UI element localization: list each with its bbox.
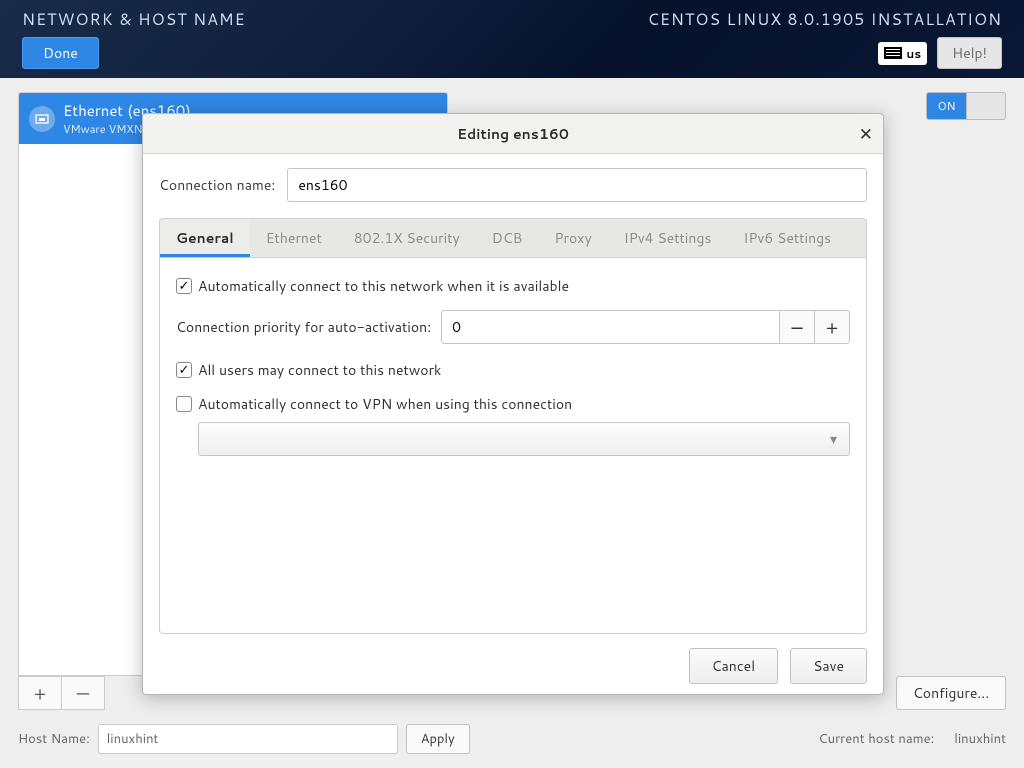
chevron-down-icon: ▾ bbox=[830, 429, 837, 449]
ethernet-icon bbox=[29, 106, 55, 132]
priority-increment[interactable]: + bbox=[814, 310, 850, 344]
tab-ipv4[interactable]: IPv4 Settings bbox=[608, 219, 728, 257]
connection-name-input[interactable] bbox=[287, 168, 867, 202]
installer-title: CENTOS LINUX 8.0.1905 INSTALLATION bbox=[648, 8, 1002, 31]
connection-toggle[interactable]: ON bbox=[926, 92, 1006, 120]
page-title: NETWORK & HOST NAME bbox=[22, 8, 246, 31]
help-button[interactable]: Help! bbox=[937, 37, 1002, 69]
edit-connection-dialog: Editing ens160 ✕ Connection name: Genera… bbox=[142, 113, 884, 695]
tab-proxy[interactable]: Proxy bbox=[538, 219, 607, 257]
priority-decrement[interactable]: − bbox=[779, 310, 815, 344]
keyboard-indicator[interactable]: us bbox=[878, 42, 927, 65]
remove-device-button[interactable]: — bbox=[61, 676, 105, 710]
all-users-checkbox[interactable] bbox=[176, 362, 192, 378]
current-hostname-value: linuxhint bbox=[954, 730, 1006, 748]
dialog-tabs: General Ethernet 802.1X Security DCB Pro… bbox=[160, 219, 866, 258]
done-button[interactable]: Done bbox=[22, 37, 99, 69]
top-banner: NETWORK & HOST NAME Done CENTOS LINUX 8.… bbox=[0, 0, 1024, 78]
add-device-button[interactable]: + bbox=[18, 676, 62, 710]
auto-vpn-checkbox[interactable] bbox=[176, 396, 192, 412]
auto-connect-label: Automatically connect to this network wh… bbox=[198, 276, 569, 296]
dialog-title: Editing ens160 bbox=[457, 124, 569, 144]
tab-ethernet[interactable]: Ethernet bbox=[250, 219, 338, 257]
tab-ipv6[interactable]: IPv6 Settings bbox=[727, 219, 847, 257]
close-icon[interactable]: ✕ bbox=[859, 122, 873, 146]
keyboard-label: us bbox=[906, 45, 921, 62]
auto-connect-checkbox[interactable] bbox=[176, 278, 192, 294]
hostname-input[interactable] bbox=[98, 724, 398, 754]
auto-vpn-label: Automatically connect to VPN when using … bbox=[198, 394, 572, 414]
tab-8021x[interactable]: 802.1X Security bbox=[338, 219, 476, 257]
current-hostname-label: Current host name: bbox=[818, 730, 934, 748]
connection-name-label: Connection name: bbox=[159, 175, 275, 195]
toggle-on-label: ON bbox=[927, 93, 967, 119]
keyboard-icon bbox=[884, 47, 902, 59]
configure-button[interactable]: Configure... bbox=[896, 676, 1006, 710]
tab-dcb[interactable]: DCB bbox=[476, 219, 539, 257]
vpn-select[interactable]: ▾ bbox=[198, 422, 850, 456]
save-button[interactable]: Save bbox=[790, 648, 867, 684]
priority-label: Connection priority for auto-activation: bbox=[176, 317, 431, 337]
priority-input[interactable] bbox=[441, 310, 780, 344]
tab-general[interactable]: General bbox=[160, 219, 250, 257]
all-users-label: All users may connect to this network bbox=[198, 360, 441, 380]
cancel-button[interactable]: Cancel bbox=[689, 648, 779, 684]
apply-button[interactable]: Apply bbox=[406, 724, 470, 754]
hostname-label: Host Name: bbox=[18, 730, 90, 748]
